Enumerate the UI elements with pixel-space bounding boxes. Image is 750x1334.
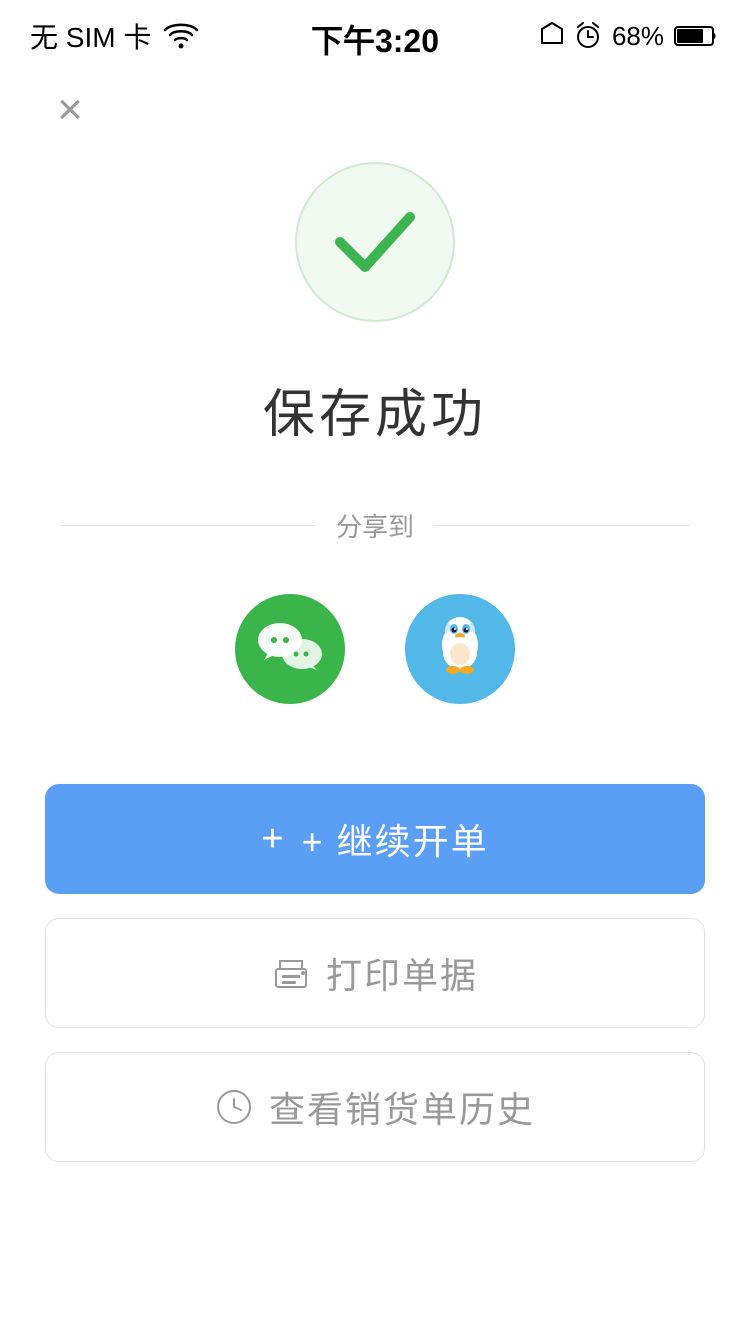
sim-label: 无 SIM 卡: [30, 16, 151, 56]
wifi-icon: [163, 23, 199, 49]
divider-left: [60, 525, 316, 526]
share-label: 分享到: [336, 507, 414, 544]
close-button[interactable]: ×: [40, 80, 100, 140]
alarm-icon: [574, 21, 602, 51]
share-icons: [235, 594, 515, 704]
history-button[interactable]: 查看销货单历史: [45, 1052, 705, 1162]
qq-icon: [424, 613, 496, 685]
success-title: 保存成功: [263, 372, 487, 447]
status-time: 下午3:20: [311, 16, 439, 62]
checkmark-icon: [330, 202, 420, 282]
action-buttons: + + 继续开单 打印单据 查看销货单历史: [45, 784, 705, 1162]
success-circle: [295, 162, 455, 322]
status-left: 无 SIM 卡: [30, 16, 199, 56]
share-section: 分享到: [0, 507, 750, 704]
print-icon: [272, 955, 310, 991]
divider-right: [434, 525, 690, 526]
wechat-share-button[interactable]: [235, 594, 345, 704]
battery-icon: [674, 24, 720, 48]
wechat-icon: [254, 618, 326, 680]
close-icon: ×: [57, 88, 83, 132]
continue-label: + 继续开单: [302, 813, 489, 865]
qq-share-button[interactable]: [405, 594, 515, 704]
status-right: 68%: [540, 21, 720, 52]
print-label: 打印单据: [326, 947, 478, 999]
plus-icon: +: [261, 818, 285, 861]
status-bar: 无 SIM 卡 下午3:20 68%: [0, 0, 750, 72]
continue-button[interactable]: + + 继续开单: [45, 784, 705, 894]
share-divider: 分享到: [0, 507, 750, 544]
history-label: 查看销货单历史: [269, 1081, 535, 1133]
main-content: 保存成功 分享到: [0, 72, 750, 1162]
battery-label: 68%: [612, 21, 664, 52]
print-button[interactable]: 打印单据: [45, 918, 705, 1028]
location-icon: [540, 21, 564, 51]
history-icon: [215, 1088, 253, 1126]
